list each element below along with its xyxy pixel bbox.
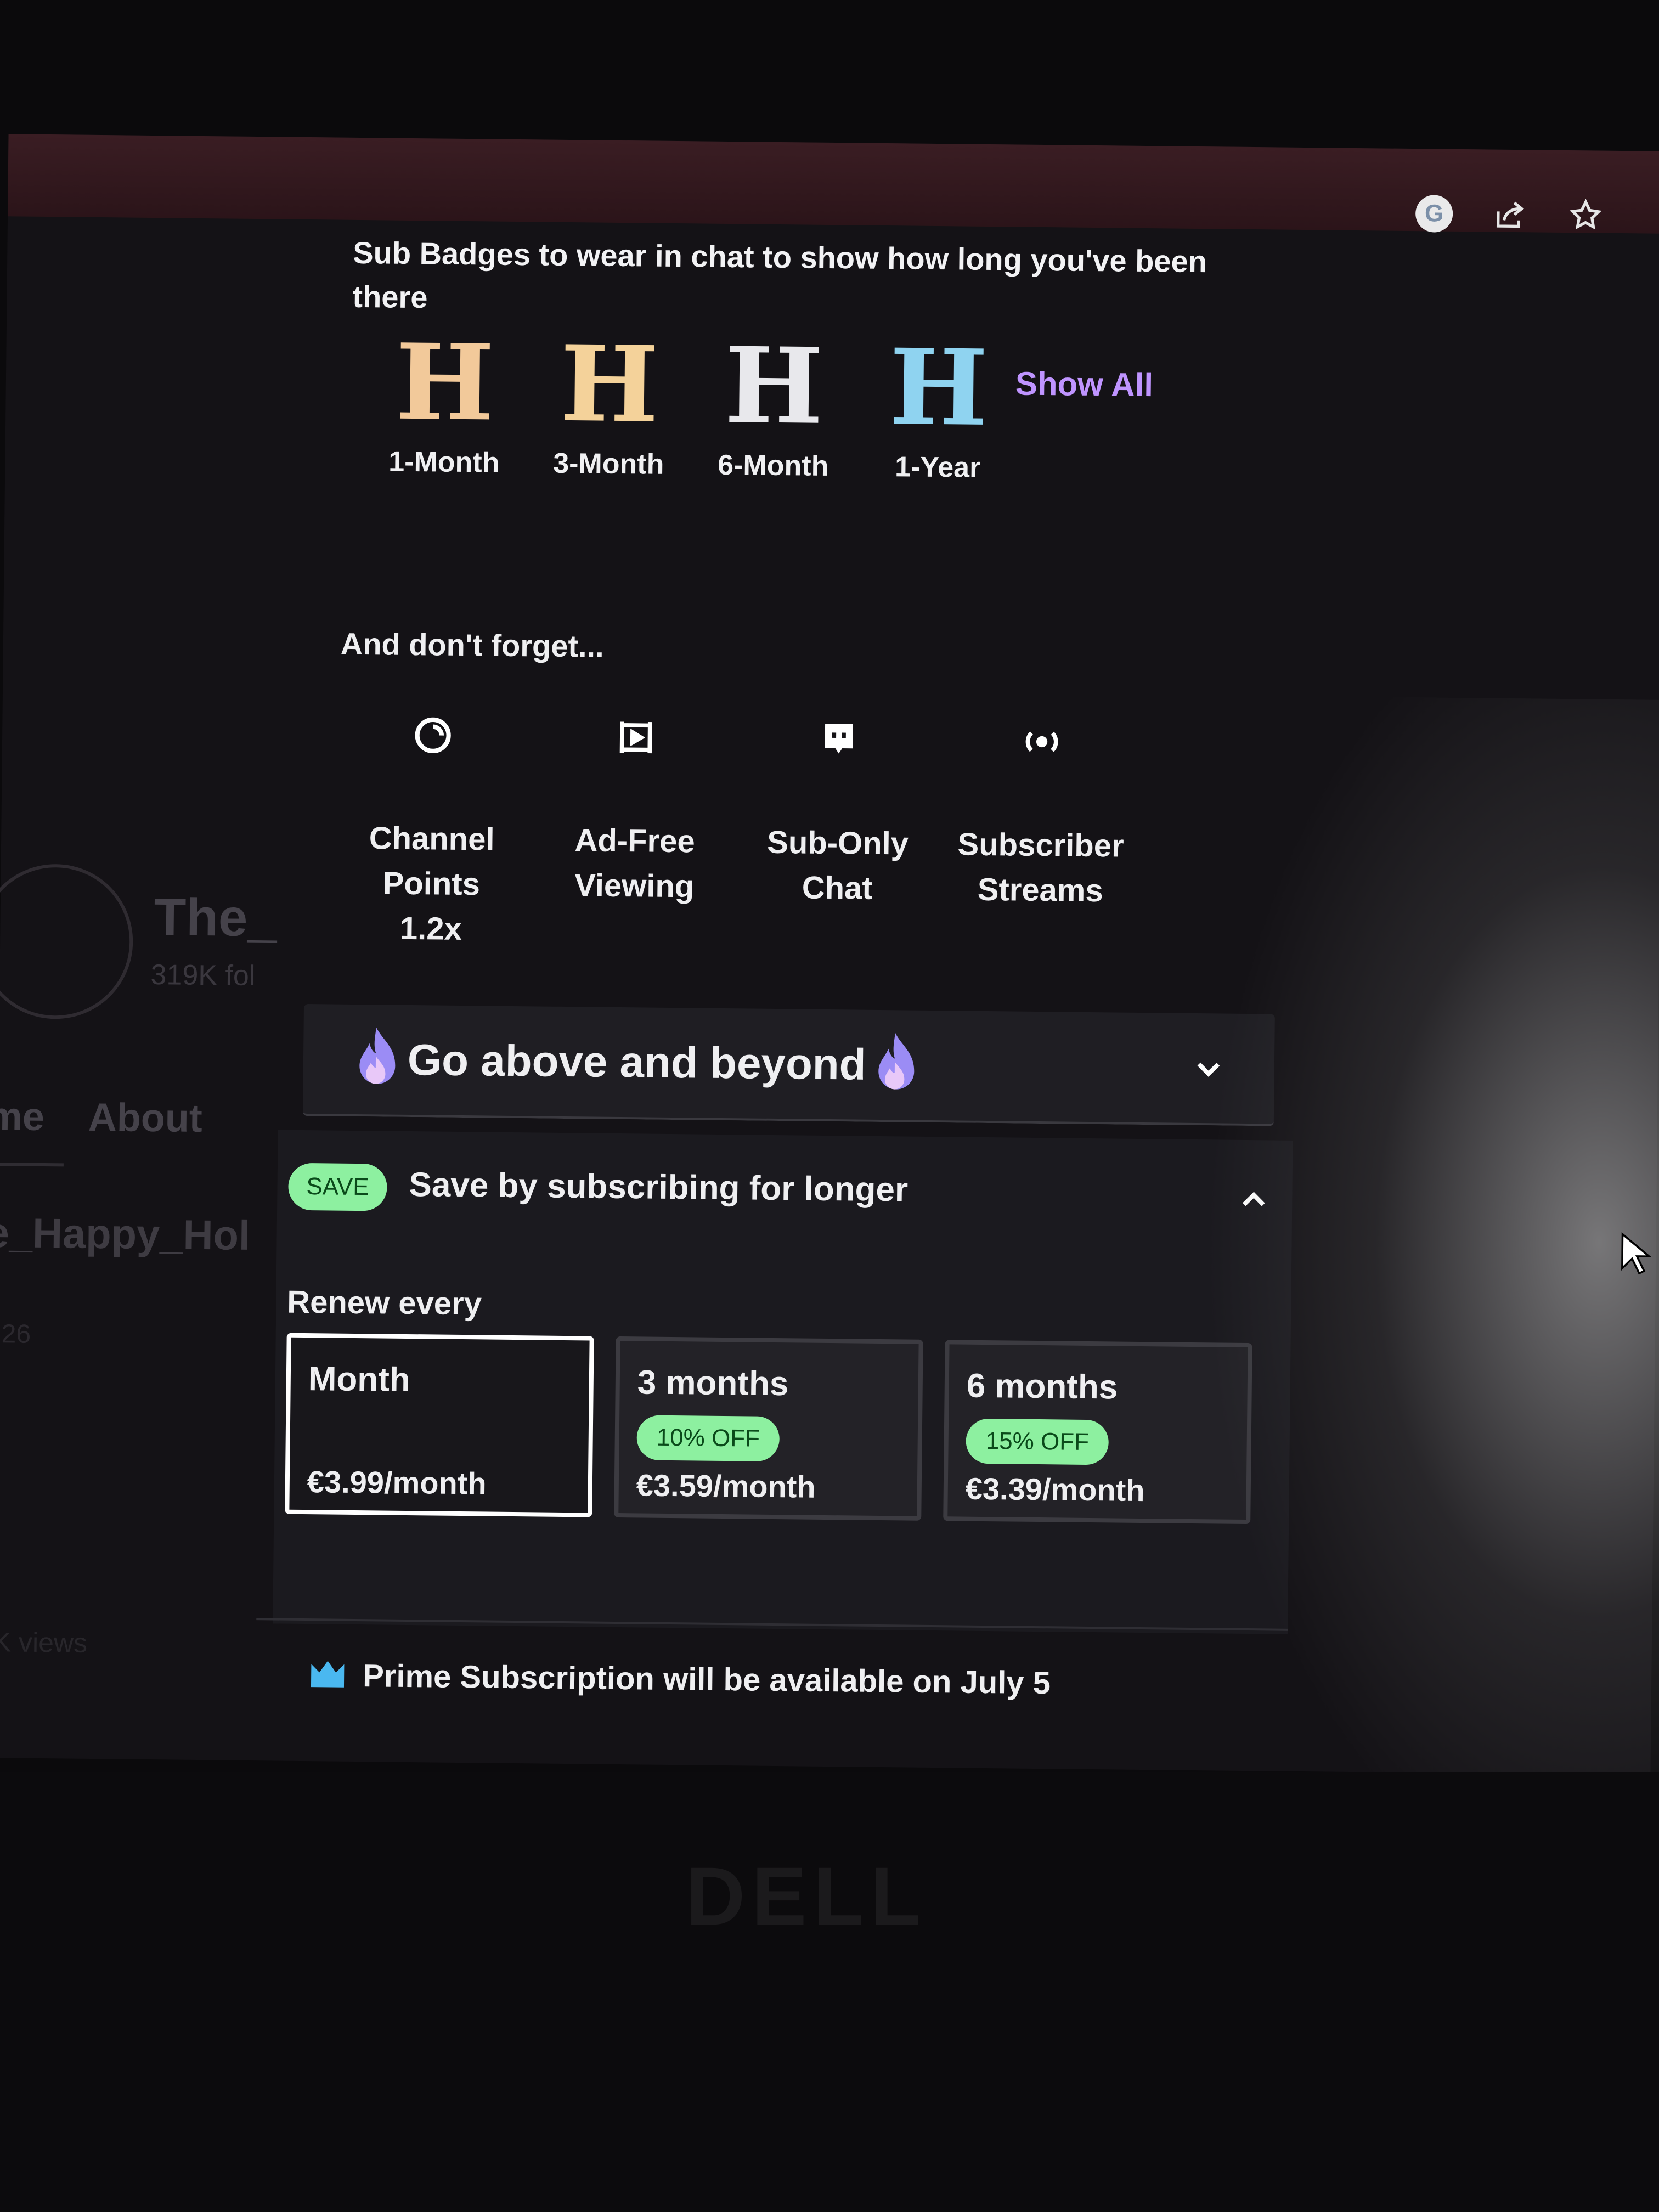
perk-ad-free: Ad-Free Viewing [532, 715, 738, 955]
prime-notice: Prime Subscription will be available on … [308, 1657, 1051, 1701]
channel-avatar [0, 863, 134, 1020]
go-above-and-beyond-accordion[interactable]: Go above and beyond [302, 1003, 1275, 1126]
badge-1-year-icon: H [888, 326, 989, 449]
tab-home[interactable]: me [0, 1094, 44, 1139]
channel-handle: e_Happy_Hol [0, 1209, 251, 1259]
plan-price: €3.59/month [636, 1468, 816, 1504]
save-badge: SAVE [288, 1163, 387, 1211]
browser-toolbar-icons: G [1413, 193, 1607, 236]
share-icon[interactable] [1489, 194, 1531, 236]
laptop-bezel [0, 1772, 1659, 2212]
save-section-title[interactable]: Save by subscribing for longer [409, 1165, 908, 1210]
tab-about[interactable]: About [88, 1095, 202, 1141]
ad-free-icon [619, 721, 652, 754]
background-number: 26 [1, 1319, 31, 1349]
plan-name: Month [308, 1360, 411, 1400]
background-channel-page: The_ 319K fol me About e_Happy_Hol 26 K … [0, 216, 293, 1835]
mouse-cursor-icon [1621, 1232, 1651, 1275]
purple-flame-icon [359, 1027, 396, 1084]
plan-name: 6 months [966, 1367, 1118, 1407]
go-above-and-beyond-title: Go above and beyond [407, 1035, 867, 1089]
channel-name: The_ [154, 888, 278, 948]
perk-channel-points: Channel Points 1.2x [329, 713, 535, 952]
badge-label: 1-Month [388, 445, 500, 479]
badge-1-year: H 1-Year [855, 326, 1022, 484]
plan-price: €3.39/month [965, 1471, 1145, 1508]
badge-label: 1-Year [894, 451, 981, 484]
badge-1-month-icon: H [394, 320, 495, 444]
badge-3-month: H 3-Month [526, 322, 692, 481]
chevron-down-icon[interactable] [1192, 1052, 1226, 1085]
chevron-up-icon[interactable] [1237, 1184, 1271, 1217]
dont-forget-heading: And don't forget... [340, 626, 605, 664]
prime-crown-icon [308, 1657, 348, 1694]
save-longer-section: SAVE Save by subscribing for longer Rene… [273, 1130, 1293, 1634]
dell-logo: DELL [686, 1850, 927, 1942]
sub-badges-row: H 1-Month H 3-Month H 6-Month H 1-Year S… [362, 320, 1154, 486]
plan-name: 3 months [637, 1363, 789, 1403]
plan-option-3-months[interactable]: 3 months 10% OFF €3.59/month [614, 1336, 923, 1521]
badge-1-month: H 1-Month [362, 320, 528, 479]
discount-badge: 10% OFF [636, 1415, 780, 1462]
badge-label: 3-Month [552, 447, 664, 481]
channel-tabs: me About [0, 1094, 202, 1141]
channel-points-icon [415, 717, 451, 754]
sub-badges-intro: Sub Badges to wear in chat to show how l… [352, 235, 1207, 315]
tab-underline [0, 1162, 64, 1167]
badge-label: 6-Month [717, 449, 829, 482]
show-all-badges-link[interactable]: Show All [1015, 364, 1154, 404]
plan-option-month[interactable]: Month €3.99/month [285, 1333, 594, 1517]
channel-followers: 319K fol [150, 959, 256, 992]
prime-notice-text: Prime Subscription will be available on … [362, 1658, 1051, 1701]
badge-3-month-icon: H [559, 322, 659, 446]
perks-row: Channel Points 1.2x Ad-Free Viewing Sub-… [329, 713, 1143, 958]
discount-badge: 15% OFF [966, 1418, 1109, 1465]
sub-only-chat-icon [825, 724, 853, 754]
plan-option-6-months[interactable]: 6 months 15% OFF €3.39/month [943, 1340, 1252, 1525]
bookmark-star-icon[interactable] [1565, 194, 1607, 236]
google-lens-icon[interactable]: G [1413, 193, 1455, 235]
plan-price: €3.99/month [307, 1464, 487, 1501]
perk-sub-only-chat: Sub-Only Chat [735, 718, 941, 957]
laptop-screen: G The_ 319K fol me About e_Happy_Hol 26 … [0, 134, 1659, 1961]
badge-6-month-icon: H [724, 324, 824, 448]
badge-6-month: H 6-Month [691, 324, 857, 483]
subscriber-streams-icon [1025, 731, 1058, 752]
renewal-plan-options: Month €3.99/month 3 months 10% OFF €3.59… [285, 1333, 1252, 1525]
subscribe-panel: Sub Badges to wear in chat to show how l… [255, 219, 1302, 1961]
background-views: K views [0, 1627, 88, 1658]
perk-subscriber-streams: Subscriber Streams [938, 720, 1144, 959]
purple-flame-icon [878, 1032, 914, 1090]
renew-every-label: Renew every [286, 1284, 482, 1322]
